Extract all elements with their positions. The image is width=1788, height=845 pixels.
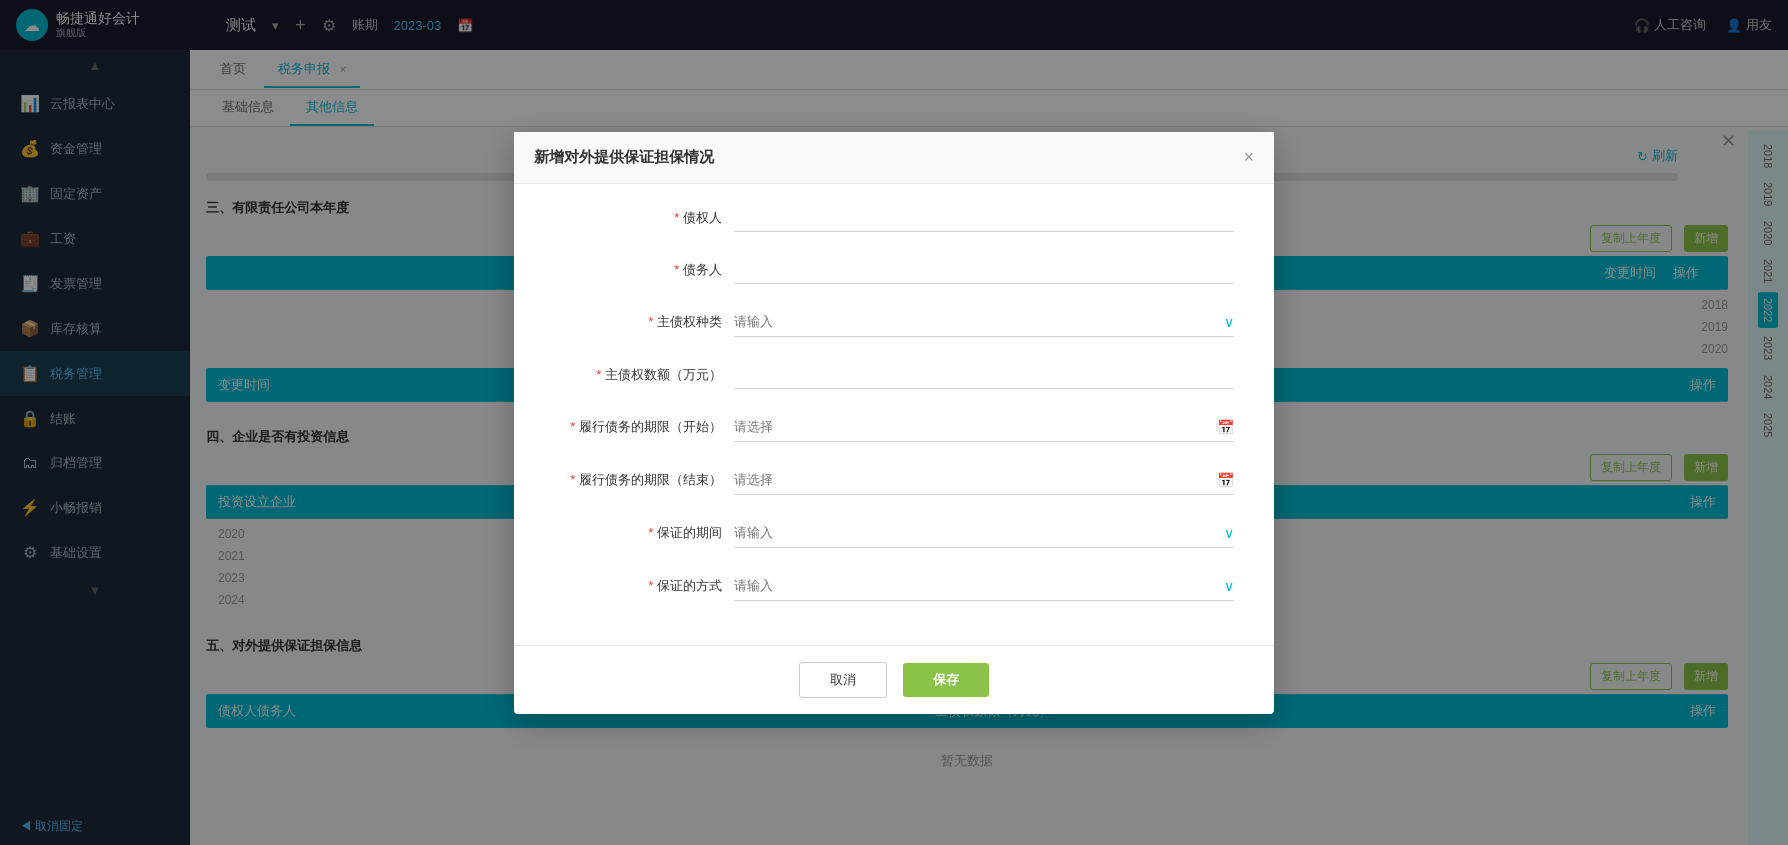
guarantee-period-label: * 保证的期间 xyxy=(554,524,734,542)
guarantee-period-input[interactable] xyxy=(734,525,1224,540)
field-creditor: * 债权人 xyxy=(554,204,1234,232)
cancel-button[interactable]: 取消 xyxy=(799,662,887,698)
modal-body: * 债权人 * 债务人 * 主债权种类 xyxy=(514,184,1274,645)
period-start-calendar-icon: 📅 xyxy=(1217,419,1234,435)
field-guarantee-method: * 保证的方式 ∨ xyxy=(554,572,1234,601)
modal-title: 新增对外提供保证担保情况 xyxy=(534,148,714,167)
creditor-amount-label: * 主债权数额（万元） xyxy=(554,366,734,384)
period-end-calendar-icon: 📅 xyxy=(1217,472,1234,488)
creditor-label: * 债权人 xyxy=(554,209,734,227)
modal-overlay: 新增对外提供保证担保情况 × * 债权人 * 债务人 xyxy=(0,0,1788,845)
guarantee-period-select[interactable]: ∨ xyxy=(734,519,1234,548)
field-period-start: * 履行债务的期限（开始） 📅 xyxy=(554,413,1234,442)
modal-dialog: 新增对外提供保证担保情况 × * 债权人 * 债务人 xyxy=(514,132,1274,714)
creditor-amount-input[interactable] xyxy=(734,361,1234,389)
creditor-type-select[interactable]: ∨ xyxy=(734,308,1234,337)
period-end-label: * 履行债务的期限（结束） xyxy=(554,471,734,489)
field-guarantee-period: * 保证的期间 ∨ xyxy=(554,519,1234,548)
period-start-picker[interactable]: 📅 xyxy=(734,413,1234,442)
modal-footer: 取消 保存 xyxy=(514,645,1274,714)
field-period-end: * 履行债务的期限（结束） 📅 xyxy=(554,466,1234,495)
guarantee-period-arrow: ∨ xyxy=(1224,525,1234,541)
field-creditor-amount: * 主债权数额（万元） xyxy=(554,361,1234,389)
guarantee-method-label: * 保证的方式 xyxy=(554,577,734,595)
field-debtor: * 债务人 xyxy=(554,256,1234,284)
creditor-input[interactable] xyxy=(734,204,1234,232)
guarantee-method-arrow: ∨ xyxy=(1224,578,1234,594)
guarantee-method-select[interactable]: ∨ xyxy=(734,572,1234,601)
creditor-type-label: * 主债权种类 xyxy=(554,313,734,331)
creditor-type-arrow: ∨ xyxy=(1224,314,1234,330)
debtor-input[interactable] xyxy=(734,256,1234,284)
save-button[interactable]: 保存 xyxy=(903,663,989,697)
period-start-input[interactable] xyxy=(734,419,1217,434)
creditor-type-input[interactable] xyxy=(734,314,1224,329)
field-creditor-type: * 主债权种类 ∨ xyxy=(554,308,1234,337)
guarantee-method-input[interactable] xyxy=(734,578,1224,593)
debtor-label: * 债务人 xyxy=(554,261,734,279)
modal-header: 新增对外提供保证担保情况 × xyxy=(514,132,1274,184)
period-start-label: * 履行债务的期限（开始） xyxy=(554,418,734,436)
modal-close-button[interactable]: × xyxy=(1243,148,1254,166)
period-end-picker[interactable]: 📅 xyxy=(734,466,1234,495)
period-end-input[interactable] xyxy=(734,472,1217,487)
